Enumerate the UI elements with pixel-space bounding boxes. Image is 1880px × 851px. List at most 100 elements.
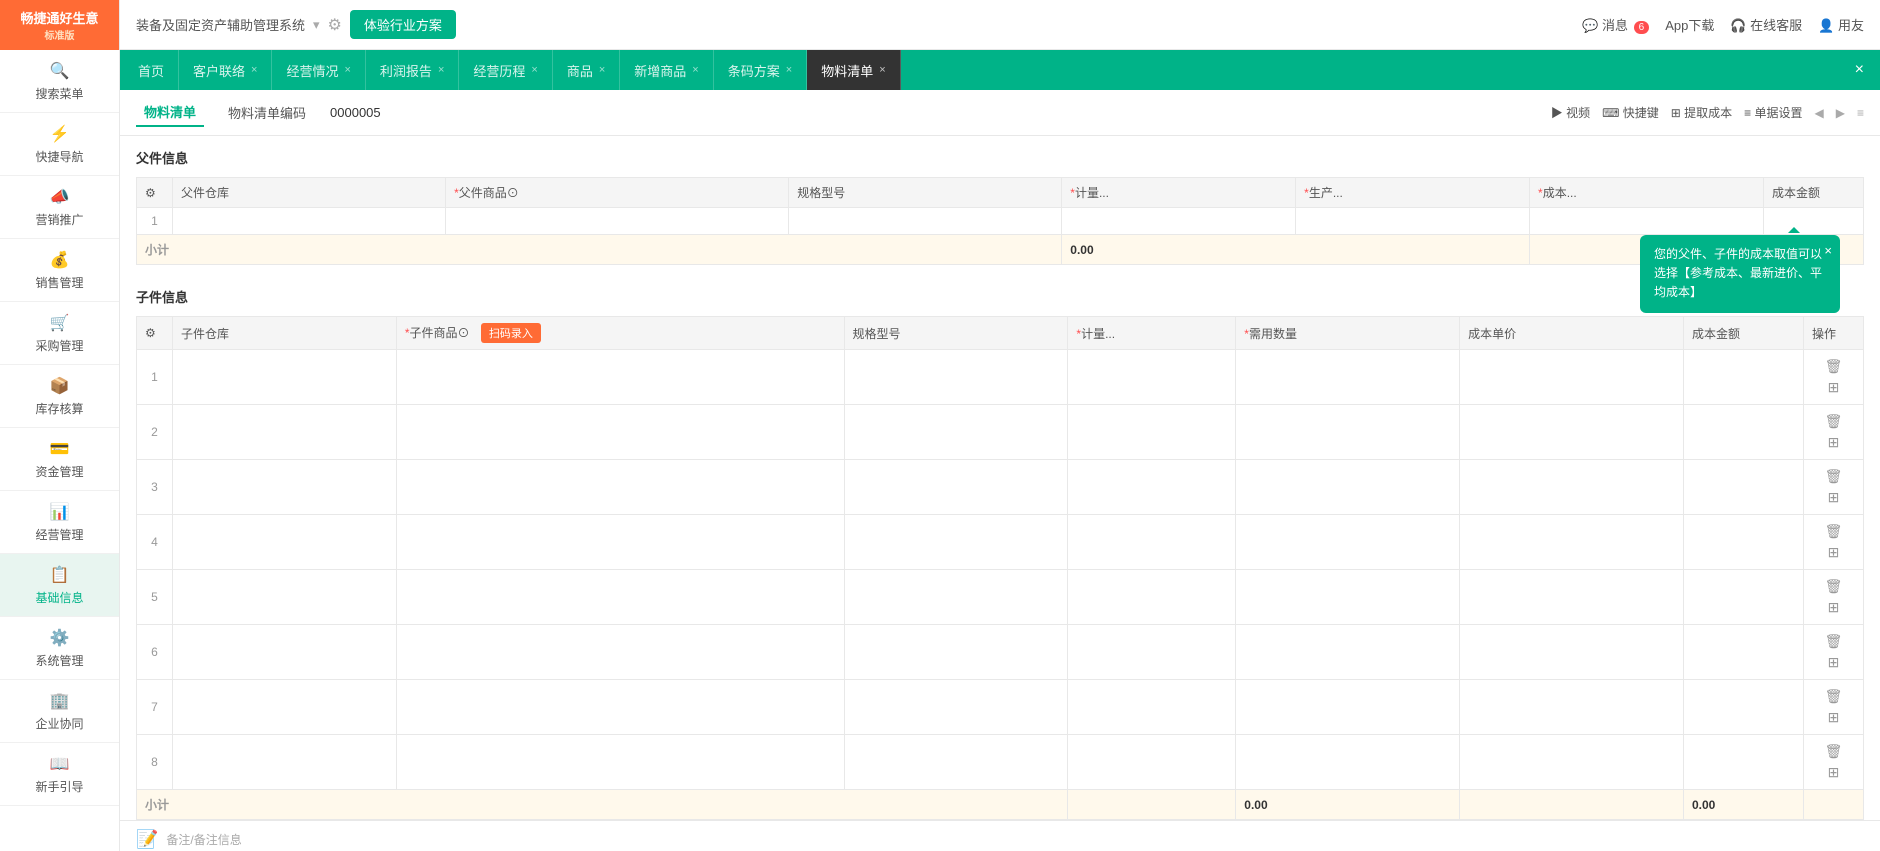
nav-tab-经营情况[interactable]: 经营情况× [272, 50, 365, 90]
nav-next-btn[interactable]: ▶ [1836, 106, 1845, 120]
sidebar-item-operations[interactable]: 📊 经营管理 [0, 491, 119, 554]
table-row: 6 🗑 ⊞ [137, 625, 1864, 680]
main-area: 装备及固定资产辅助管理系统 ▾ ⚙ 体验行业方案 💬 消息 6 App下载 🎧 … [120, 0, 1880, 851]
parent-col-product: *父件商品⊙ [446, 178, 789, 208]
copy-row-btn[interactable]: ⊞ [1824, 707, 1844, 728]
nav-tab-物料清单[interactable]: 物料清单× [807, 50, 900, 90]
nav-tab-经营历程[interactable]: 经营历程× [459, 50, 552, 90]
sidebar-item-label: 快捷导航 [35, 148, 83, 165]
copy-row-btn[interactable]: ⊞ [1824, 487, 1844, 508]
child-subtotal-row: 小计 0.00 0.00 [137, 790, 1864, 820]
delete-row-btn[interactable]: 🗑 [1821, 576, 1847, 597]
sidebar-item-sales[interactable]: 💰 销售管理 [0, 239, 119, 302]
sidebar-item-label: 系统管理 [35, 652, 83, 669]
message-btn[interactable]: 💬 消息 6 [1582, 15, 1649, 34]
scan-input-btn[interactable]: 扫码录入 [481, 323, 541, 343]
online-service-btn[interactable]: 🎧 在线客服 [1730, 15, 1802, 34]
nav-tab-商品[interactable]: 商品× [553, 50, 620, 90]
parent-col-unit: *计量... [1062, 178, 1296, 208]
parent-col-cost: *成本... [1530, 178, 1764, 208]
copy-row-btn[interactable]: ⊞ [1824, 377, 1844, 398]
nav-tab-利润报告[interactable]: 利润报告× [366, 50, 459, 90]
tab-close-btn[interactable]: × [531, 64, 537, 76]
sub-tab-bill[interactable]: 物料清单 [136, 98, 204, 127]
basic-info-icon: 📋 [49, 564, 71, 586]
copy-row-btn[interactable]: ⊞ [1824, 432, 1844, 453]
child-section-title: 子件信息 [136, 283, 1864, 310]
child-col-cost-amount: 成本金额 [1684, 317, 1804, 350]
nav-prev-btn[interactable]: ◀ [1815, 106, 1824, 120]
view-btn[interactable]: ▶ 视频 [1551, 104, 1590, 121]
system-title: 装备及固定资产辅助管理系统 [136, 15, 305, 34]
try-btn[interactable]: 体验行业方案 [350, 10, 456, 39]
delete-row-btn[interactable]: 🗑 [1821, 521, 1847, 542]
table-row: 1 [137, 208, 1864, 235]
nav-tab-条码方案[interactable]: 条码方案× [714, 50, 807, 90]
dropdown-icon[interactable]: ▾ [313, 17, 320, 33]
sub-tab-code[interactable]: 物料清单编码 [220, 99, 314, 126]
nav-tab-首页[interactable]: 首页 [124, 50, 179, 90]
user-avatar[interactable]: 👤 用友 [1818, 15, 1864, 34]
top-bar-right: 💬 消息 6 App下载 🎧 在线客服 👤 用友 [1582, 15, 1864, 34]
delete-row-btn[interactable]: 🗑 [1821, 356, 1847, 377]
delete-row-btn[interactable]: 🗑 [1821, 631, 1847, 652]
tab-close-all-btn[interactable]: × [1843, 61, 1876, 79]
parent-col-produce: *生产... [1296, 178, 1530, 208]
copy-row-btn[interactable]: ⊞ [1824, 597, 1844, 618]
parent-col-settings[interactable]: ⚙ [137, 178, 173, 208]
nav-tab-客户联络[interactable]: 客户联络× [179, 50, 272, 90]
sub-header-actions: ▶ 视频 ⌨ 快捷键 ⊞ 提取成本 ≡ 单据设置 ◀ ▶ ≡ [1551, 104, 1864, 121]
child-table-header: ⚙ 子件仓库 *子件商品⊙ 扫码录入 规格型号 *计量... *需用数量 成本单… [137, 317, 1864, 350]
parent-subtotal-row: 小计 0.00 0.00 [137, 235, 1864, 265]
sidebar-item-quick-nav[interactable]: ⚡ 快捷导航 [0, 113, 119, 176]
delete-row-btn[interactable]: 🗑 [1821, 411, 1847, 432]
parent-table-header: ⚙ 父件仓库 *父件商品⊙ 规格型号 *计量... *生产... *成本... … [137, 178, 1864, 208]
tab-close-btn[interactable]: × [251, 64, 257, 76]
tab-close-btn[interactable]: × [879, 64, 885, 76]
sidebar-item-search[interactable]: 🔍 搜索菜单 [0, 50, 119, 113]
sub-header: 物料清单 物料清单编码 0000005 ▶ 视频 ⌨ 快捷键 ⊞ 提取成本 ≡ … [120, 90, 1880, 136]
tab-close-btn[interactable]: × [344, 64, 350, 76]
tab-close-btn[interactable]: × [599, 64, 605, 76]
sidebar-item-label: 销售管理 [35, 274, 83, 291]
sidebar-item-basic-info[interactable]: 📋 基础信息 [0, 554, 119, 617]
menu-btn[interactable]: ≡ [1857, 106, 1864, 120]
parent-col-spec: 规格型号 [789, 178, 1062, 208]
nav-tab-新增商品[interactable]: 新增商品× [620, 50, 713, 90]
delete-row-btn[interactable]: 🗑 [1821, 741, 1847, 762]
tab-close-btn[interactable]: × [438, 64, 444, 76]
settings-icon[interactable]: ⚙ [328, 15, 342, 35]
operations-icon: 📊 [49, 501, 71, 523]
sidebar-item-label: 营销推广 [35, 211, 83, 228]
tab-close-btn[interactable]: × [692, 64, 698, 76]
child-col-settings[interactable]: ⚙ [137, 317, 173, 350]
app-download-btn[interactable]: App下载 [1665, 15, 1714, 34]
sidebar-item-enterprise[interactable]: 🏢 企业协同 [0, 680, 119, 743]
table-row: 4 🗑 ⊞ [137, 515, 1864, 570]
copy-row-btn[interactable]: ⊞ [1824, 762, 1844, 783]
tab-close-btn[interactable]: × [786, 64, 792, 76]
child-col-product: *子件商品⊙ 扫码录入 [396, 317, 844, 350]
delete-row-btn[interactable]: 🗑 [1821, 686, 1847, 707]
sidebar-item-system[interactable]: ⚙️ 系统管理 [0, 617, 119, 680]
sidebar-item-guide[interactable]: 📖 新手引导 [0, 743, 119, 806]
sidebar-item-marketing[interactable]: 📣 营销推广 [0, 176, 119, 239]
nav-tabs: 首页客户联络×经营情况×利润报告×经营历程×商品×新增商品×条码方案×物料清单×… [120, 50, 1880, 90]
tooltip-close-btn[interactable]: × [1824, 241, 1832, 262]
sidebar-item-inventory[interactable]: 📦 库存核算 [0, 365, 119, 428]
sidebar-item-purchase[interactable]: 🛒 采购管理 [0, 302, 119, 365]
content-area: 物料清单 物料清单编码 0000005 ▶ 视频 ⌨ 快捷键 ⊞ 提取成本 ≡ … [120, 90, 1880, 851]
extract-cost-btn[interactable]: ⊞ 提取成本 [1671, 104, 1732, 121]
copy-row-btn[interactable]: ⊞ [1824, 652, 1844, 673]
shortcut-btn[interactable]: ⌨ 快捷键 [1602, 104, 1659, 121]
enterprise-icon: 🏢 [49, 690, 71, 712]
parent-section: 父件信息 ⚙ 父件仓库 *父件商品⊙ 规格型号 *计量... *生产... *成… [120, 136, 1880, 265]
sidebar-item-finance[interactable]: 💳 资金管理 [0, 428, 119, 491]
copy-row-btn[interactable]: ⊞ [1824, 542, 1844, 563]
note-label: 备注/备注信息 [166, 831, 241, 848]
note-icon: 📝 [136, 829, 158, 850]
parent-col-cost-amount: 成本金额 [1764, 178, 1864, 208]
sidebar-item-label: 经营管理 [35, 526, 83, 543]
delete-row-btn[interactable]: 🗑 [1821, 466, 1847, 487]
single-settings-btn[interactable]: ≡ 单据设置 [1744, 104, 1802, 121]
